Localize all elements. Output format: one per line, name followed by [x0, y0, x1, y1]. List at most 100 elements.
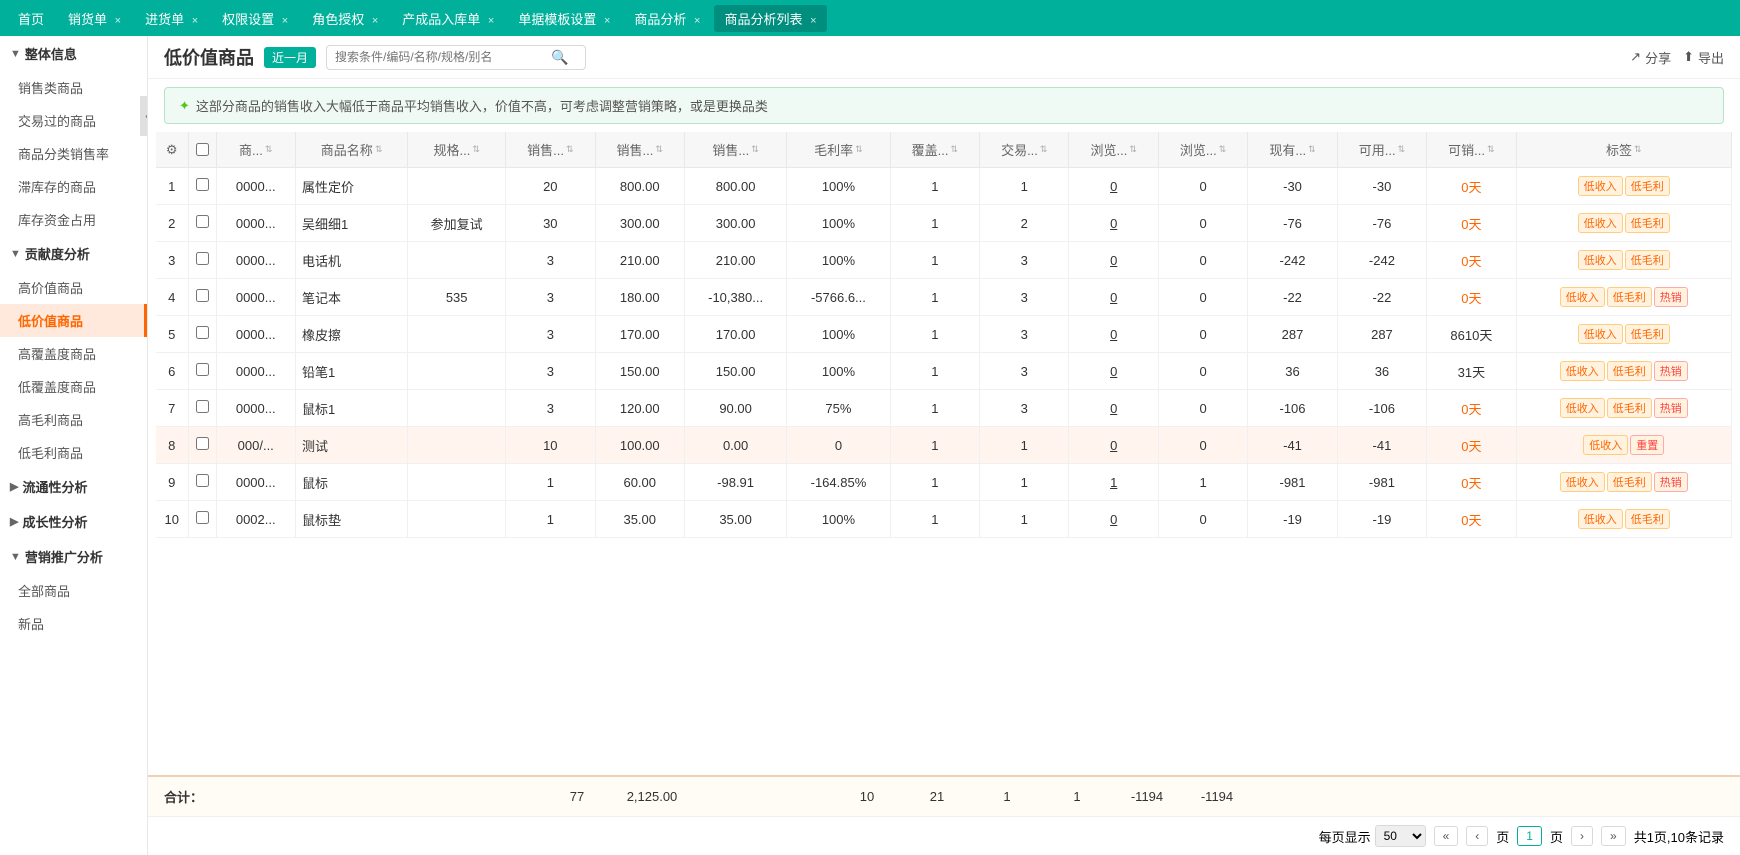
row-checkbox[interactable]	[196, 474, 209, 487]
cell-code: 0000...	[216, 464, 295, 501]
cell-checkbox[interactable]	[188, 316, 216, 353]
col-tags[interactable]: 标签 ⇅	[1516, 132, 1731, 168]
row-checkbox[interactable]	[196, 289, 209, 302]
cell-view1[interactable]: 0	[1069, 316, 1158, 353]
cell-view1[interactable]: 0	[1069, 205, 1158, 242]
sidebar-item-traded[interactable]: 交易过的商品	[0, 104, 147, 137]
sort-icon-7: ⇅	[855, 144, 863, 155]
nav-sales-order[interactable]: 销货单 ×	[58, 5, 131, 32]
share-btn[interactable]: ↗ 分享	[1630, 48, 1671, 67]
sidebar-item-high-margin[interactable]: 高毛利商品	[0, 403, 147, 436]
sidebar-item-high-coverage[interactable]: 高覆盖度商品	[0, 337, 147, 370]
nav-home[interactable]: 首页	[8, 5, 54, 32]
col-name[interactable]: 商品名称 ⇅	[295, 132, 407, 168]
row-checkbox[interactable]	[196, 400, 209, 413]
cell-view1[interactable]: 0	[1069, 427, 1158, 464]
col-view1[interactable]: 浏览... ⇅	[1069, 132, 1158, 168]
sidebar-item-stock-fund[interactable]: 库存资金占用	[0, 203, 147, 236]
col-usable[interactable]: 可用... ⇅	[1337, 132, 1426, 168]
nav-template-setting[interactable]: 单据模板设置 ×	[508, 5, 620, 32]
cell-num: 2	[156, 205, 188, 242]
cell-view1[interactable]: 0	[1069, 242, 1158, 279]
col-current[interactable]: 现有... ⇅	[1248, 132, 1337, 168]
col-view2[interactable]: 浏览... ⇅	[1158, 132, 1247, 168]
sidebar-section-contribution[interactable]: ▼ 贡献度分析	[0, 236, 147, 271]
row-checkbox[interactable]	[196, 215, 209, 228]
cell-spec	[408, 316, 506, 353]
cell-trade: 1	[980, 501, 1069, 538]
cell-view2: 0	[1158, 242, 1247, 279]
cell-name: 鼠标1	[295, 390, 407, 427]
col-checkbox[interactable]	[188, 132, 216, 168]
cell-view1[interactable]: 0	[1069, 279, 1158, 316]
sidebar-item-high-value[interactable]: 高价值商品	[0, 271, 147, 304]
nav-purchase-order[interactable]: 进货单 ×	[135, 5, 208, 32]
next-page-btn[interactable]: ›	[1571, 826, 1593, 846]
sidebar-item-sales-category[interactable]: 销售类商品	[0, 71, 147, 104]
col-sales-avg[interactable]: 销售... ⇅	[684, 132, 786, 168]
first-page-btn[interactable]: «	[1434, 826, 1459, 846]
nav-product-analysis-list[interactable]: 商品分析列表 ×	[714, 5, 826, 32]
cell-checkbox[interactable]	[188, 501, 216, 538]
sidebar-collapse-btn[interactable]: «	[140, 96, 148, 136]
sidebar-item-low-value[interactable]: 低价值商品	[0, 304, 147, 337]
prev-page-btn[interactable]: ‹	[1466, 826, 1488, 846]
row-checkbox[interactable]	[196, 437, 209, 450]
select-all-checkbox[interactable]	[196, 143, 209, 156]
col-qty[interactable]: 销售... ⇅	[506, 132, 595, 168]
row-checkbox[interactable]	[196, 363, 209, 376]
sidebar-section-liquidity[interactable]: ▶ 流通性分析	[0, 469, 147, 504]
row-checkbox[interactable]	[196, 326, 209, 339]
col-sellable[interactable]: 可销... ⇅	[1427, 132, 1516, 168]
per-page-select[interactable]: 50 20 100	[1375, 825, 1426, 847]
search-icon[interactable]: 🔍	[551, 49, 568, 66]
col-coverage[interactable]: 覆盖... ⇅	[890, 132, 979, 168]
last-page-btn[interactable]: »	[1601, 826, 1626, 846]
sidebar-item-category-rate[interactable]: 商品分类销售率	[0, 137, 147, 170]
cell-sales-avg: 210.00	[684, 242, 786, 279]
cell-view1[interactable]: 0	[1069, 390, 1158, 427]
row-checkbox[interactable]	[196, 178, 209, 191]
cell-checkbox[interactable]	[188, 390, 216, 427]
cell-view1[interactable]: 0	[1069, 353, 1158, 390]
col-spec[interactable]: 规格... ⇅	[408, 132, 506, 168]
cell-checkbox[interactable]	[188, 427, 216, 464]
cell-checkbox[interactable]	[188, 242, 216, 279]
cell-checkbox[interactable]	[188, 464, 216, 501]
nav-role-auth[interactable]: 角色授权 ×	[302, 5, 388, 32]
cell-num: 4	[156, 279, 188, 316]
cell-view1[interactable]: 1	[1069, 464, 1158, 501]
per-page-label: 每页显示	[1319, 827, 1371, 846]
export-btn[interactable]: ⬆ 导出	[1683, 48, 1724, 67]
sidebar-section-growth[interactable]: ▶ 成长性分析	[0, 504, 147, 539]
sidebar-item-slow-stock[interactable]: 滞库存的商品	[0, 170, 147, 203]
col-gross[interactable]: 毛利率 ⇅	[787, 132, 890, 168]
cell-checkbox[interactable]	[188, 205, 216, 242]
nav-product-analysis[interactable]: 商品分析 ×	[624, 5, 710, 32]
cell-sales-amt: 170.00	[595, 316, 684, 353]
search-input[interactable]	[335, 50, 545, 64]
row-checkbox[interactable]	[196, 252, 209, 265]
cell-view1[interactable]: 0	[1069, 501, 1158, 538]
sidebar-item-low-coverage[interactable]: 低覆盖度商品	[0, 370, 147, 403]
sidebar-section-marketing[interactable]: ▼ 营销推广分析	[0, 539, 147, 574]
cell-checkbox[interactable]	[188, 168, 216, 205]
col-code[interactable]: 商... ⇅	[216, 132, 295, 168]
cell-checkbox[interactable]	[188, 279, 216, 316]
col-trade[interactable]: 交易... ⇅	[980, 132, 1069, 168]
sidebar-item-all-products[interactable]: 全部商品	[0, 574, 147, 607]
nav-product-instock[interactable]: 产成品入库单 ×	[392, 5, 504, 32]
sidebar-item-low-margin[interactable]: 低毛利商品	[0, 436, 147, 469]
cell-sales-amt: 210.00	[595, 242, 684, 279]
row-checkbox[interactable]	[196, 511, 209, 524]
cell-coverage: 1	[890, 501, 979, 538]
cell-checkbox[interactable]	[188, 353, 216, 390]
sidebar-item-new-products[interactable]: 新品	[0, 607, 147, 640]
cell-code: 0000...	[216, 205, 295, 242]
sidebar-section-overall[interactable]: ▼ 整体信息	[0, 36, 147, 71]
date-filter-btn[interactable]: 近一月	[264, 47, 316, 68]
col-sales-amt[interactable]: 销售... ⇅	[595, 132, 684, 168]
nav-permission[interactable]: 权限设置 ×	[212, 5, 298, 32]
cell-view1[interactable]: 0	[1069, 168, 1158, 205]
col-settings[interactable]: ⚙	[156, 132, 188, 168]
